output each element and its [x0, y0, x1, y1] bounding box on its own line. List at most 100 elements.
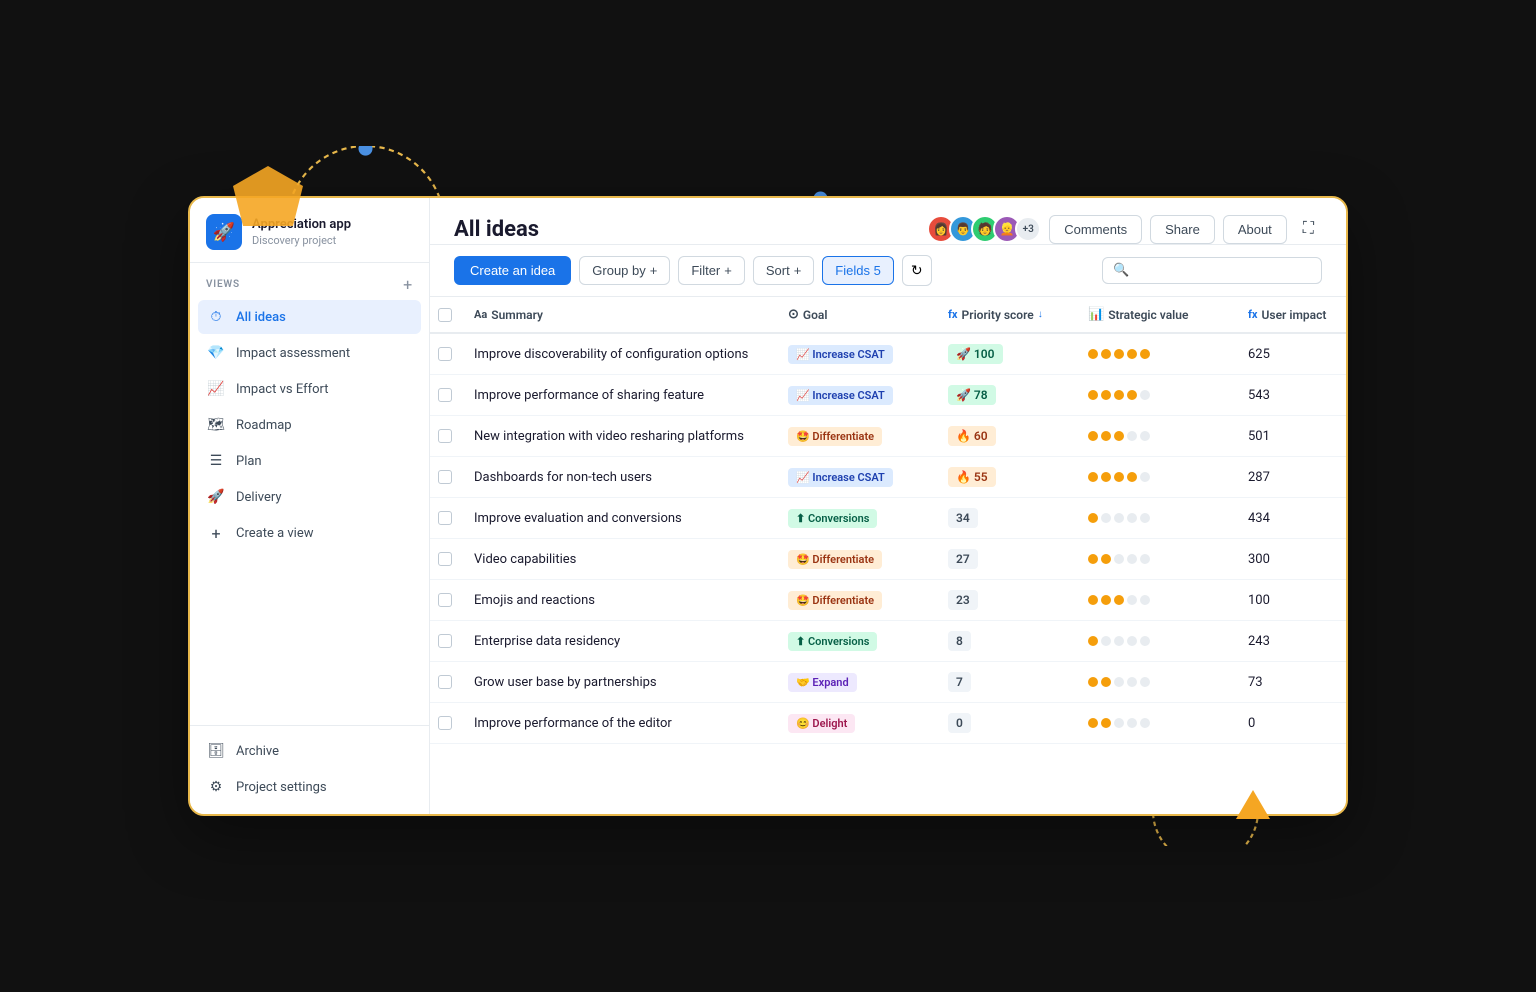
dot-empty [1140, 554, 1150, 564]
refresh-button[interactable]: ↻ [902, 255, 932, 286]
row-checkbox[interactable] [438, 470, 452, 484]
row-strategic [1076, 375, 1236, 416]
row-summary[interactable]: Improve performance of sharing feature [462, 375, 776, 416]
goal-badge: 📈 Increase CSAT [788, 386, 893, 405]
row-checkbox[interactable] [438, 675, 452, 689]
dot-empty [1140, 513, 1150, 523]
sort-button[interactable]: Sort + [753, 256, 814, 285]
row-impact: 243 [1236, 621, 1346, 662]
sidebar-item-delivery[interactable]: 🚀 Delivery [198, 480, 421, 514]
th-goal[interactable]: ⊙ Goal [776, 297, 936, 333]
sidebar-item-create-view[interactable]: + Create a view [198, 516, 421, 550]
sidebar-item-impact-assessment[interactable]: 💎 Impact assessment [198, 336, 421, 370]
about-button[interactable]: About [1223, 215, 1287, 244]
row-priority: 27 [936, 539, 1076, 580]
share-button[interactable]: Share [1150, 215, 1215, 244]
row-checkbox[interactable] [438, 634, 452, 648]
priority-badge: 🚀 100 [948, 344, 1003, 364]
dot-filled [1114, 472, 1124, 482]
sidebar-item-all-ideas[interactable]: ⏱ All ideas [198, 300, 421, 334]
sidebar-item-project-settings[interactable]: ⚙ Project settings [198, 770, 421, 804]
row-summary[interactable]: Dashboards for non-tech users [462, 457, 776, 498]
sidebar-item-archive[interactable]: 🗄 Archive [198, 734, 421, 768]
sidebar-item-impact-effort[interactable]: 📈 Impact vs Effort [198, 372, 421, 406]
row-summary[interactable]: Improve evaluation and conversions [462, 498, 776, 539]
row-goal: 🤩 Differentiate [776, 580, 936, 621]
sidebar-item-label: Impact assessment [236, 346, 350, 361]
row-impact: 434 [1236, 498, 1346, 539]
strategic-dots [1088, 718, 1224, 728]
select-all-checkbox[interactable] [438, 308, 452, 322]
row-goal: ⬆ Conversions [776, 498, 936, 539]
sort-label: Sort [766, 263, 790, 278]
expand-button[interactable]: ⛶ [1295, 214, 1322, 244]
row-summary[interactable]: Emojis and reactions [462, 580, 776, 621]
group-by-button[interactable]: Group by + [579, 256, 670, 285]
dot-empty [1114, 636, 1124, 646]
filter-button[interactable]: Filter + [678, 256, 744, 285]
dot-filled [1114, 595, 1124, 605]
add-view-plus[interactable]: + [403, 275, 413, 294]
dot-filled [1101, 554, 1111, 564]
search-input[interactable] [1135, 263, 1311, 278]
th-priority[interactable]: fx Priority score ↓ [936, 297, 1076, 333]
dot-empty [1101, 636, 1111, 646]
dot-filled [1088, 677, 1098, 687]
create-idea-button[interactable]: Create an idea [454, 256, 571, 285]
dot-empty [1127, 431, 1137, 441]
impact-effort-icon: 📈 [206, 379, 226, 399]
row-impact: 73 [1236, 662, 1346, 703]
avatar-extra-count: +3 [1015, 216, 1041, 242]
sidebar-item-roadmap[interactable]: 🗺 Roadmap [198, 408, 421, 442]
impact-assessment-icon: 💎 [206, 343, 226, 363]
table-row: Improve discoverability of configuration… [430, 333, 1346, 375]
row-summary[interactable]: Grow user base by partnerships [462, 662, 776, 703]
table-row: Grow user base by partnerships🤝 Expand77… [430, 662, 1346, 703]
row-checkbox[interactable] [438, 429, 452, 443]
row-summary[interactable]: Enterprise data residency [462, 621, 776, 662]
row-priority: 8 [936, 621, 1076, 662]
goal-badge: ⬆ Conversions [788, 632, 877, 651]
row-summary[interactable]: Improve discoverability of configuration… [462, 333, 776, 375]
goal-badge: 😊 Delight [788, 714, 855, 733]
dot-filled [1127, 472, 1137, 482]
dot-filled [1088, 390, 1098, 400]
row-checkbox[interactable] [438, 511, 452, 525]
priority-badge: 34 [948, 508, 978, 528]
priority-badge: 🚀 78 [948, 385, 996, 405]
dot-empty [1140, 636, 1150, 646]
priority-badge: 23 [948, 590, 978, 610]
row-impact: 287 [1236, 457, 1346, 498]
strategic-dots [1088, 472, 1224, 482]
dot-empty [1140, 390, 1150, 400]
views-label: VIEWS + [198, 275, 421, 300]
row-checkbox[interactable] [438, 388, 452, 402]
row-checkbox[interactable] [438, 552, 452, 566]
row-strategic [1076, 457, 1236, 498]
row-summary[interactable]: Video capabilities [462, 539, 776, 580]
row-goal: ⬆ Conversions [776, 621, 936, 662]
plan-icon: ☰ [206, 451, 226, 471]
dot-empty [1127, 636, 1137, 646]
row-checkbox[interactable] [438, 347, 452, 361]
row-strategic [1076, 621, 1236, 662]
dot-filled [1101, 677, 1111, 687]
dot-filled [1088, 349, 1098, 359]
row-checkbox[interactable] [438, 593, 452, 607]
row-strategic [1076, 580, 1236, 621]
ideas-table-container: Aa Summary ⊙ Goal [430, 297, 1346, 814]
table-row: Video capabilities🤩 Differentiate27300 [430, 539, 1346, 580]
fields-button[interactable]: Fields 5 [822, 256, 894, 285]
dot-filled [1114, 390, 1124, 400]
row-summary[interactable]: New integration with video resharing pla… [462, 416, 776, 457]
th-strategic[interactable]: 📊 Strategic value [1076, 297, 1236, 333]
row-checkbox[interactable] [438, 716, 452, 730]
sidebar-item-plan[interactable]: ☰ Plan [198, 444, 421, 478]
row-summary[interactable]: Improve performance of the editor [462, 703, 776, 744]
th-summary[interactable]: Aa Summary [462, 297, 776, 333]
comments-button[interactable]: Comments [1049, 215, 1142, 244]
dot-filled [1088, 718, 1098, 728]
th-impact[interactable]: fx User impact [1236, 297, 1346, 333]
goal-badge: 🤩 Differentiate [788, 591, 882, 610]
dot-empty [1101, 513, 1111, 523]
